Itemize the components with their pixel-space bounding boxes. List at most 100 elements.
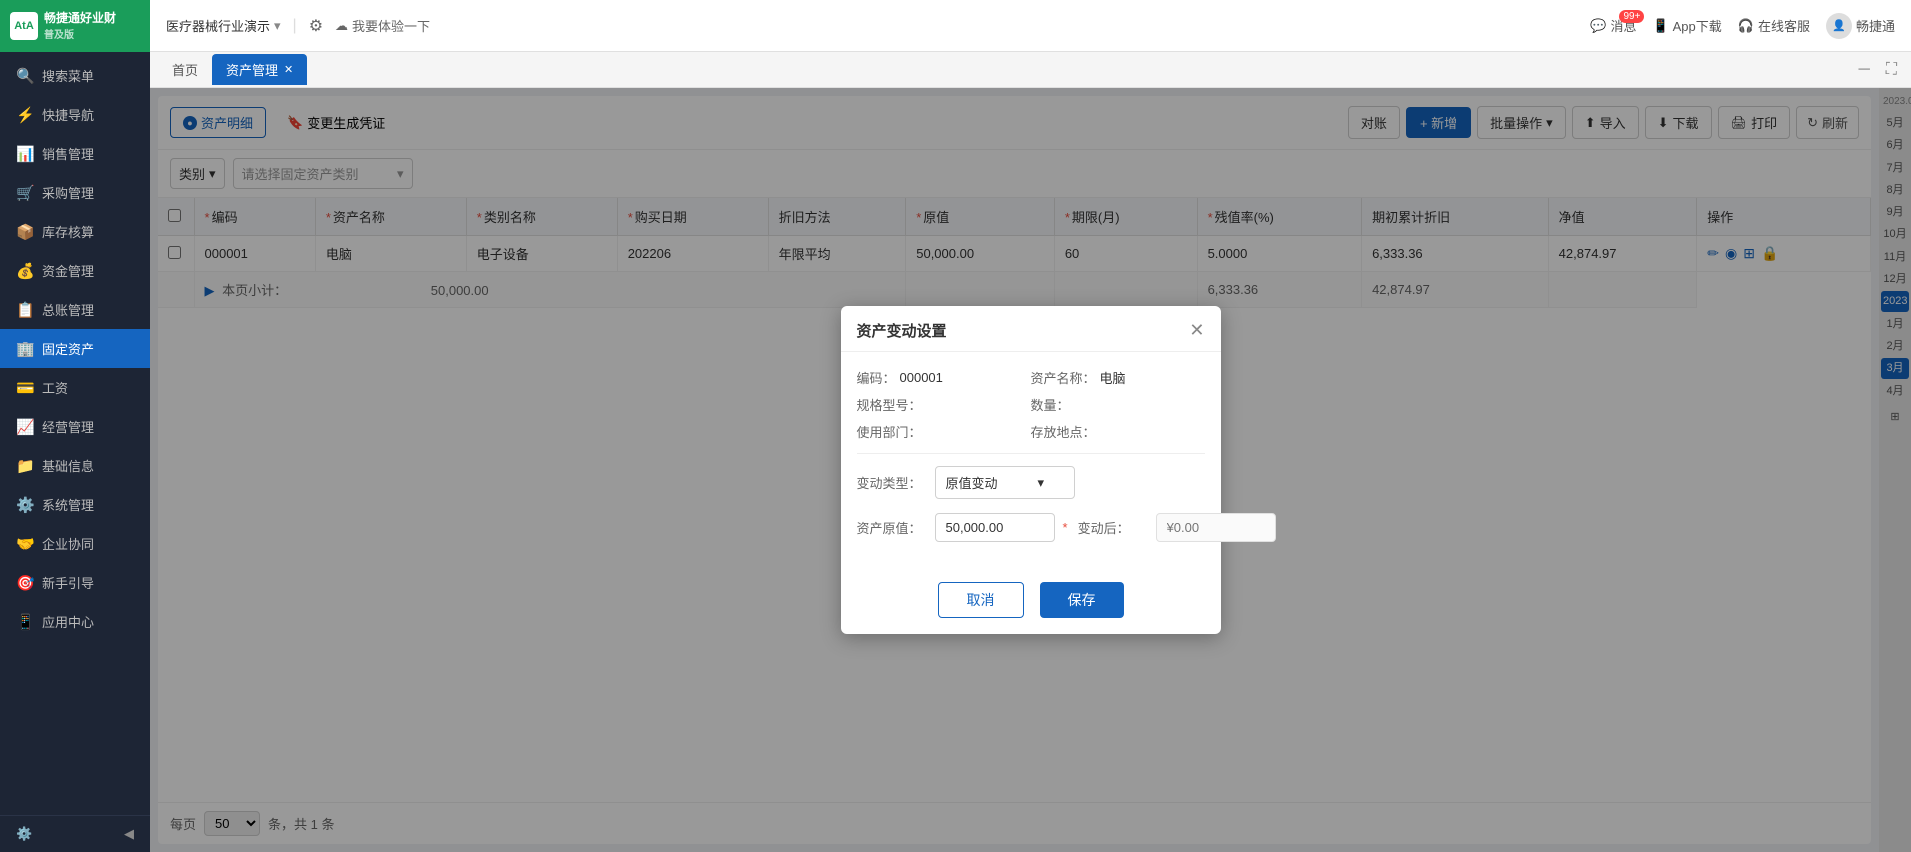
settings-icon[interactable]: ⚙️ bbox=[16, 826, 32, 842]
purchase-icon: 🛒 bbox=[16, 184, 34, 202]
guide-icon: 🎯 bbox=[16, 574, 34, 592]
tab-asset-management[interactable]: 资产管理 ✕ bbox=[212, 54, 307, 85]
original-value-row: 资产原值： * 变动后： bbox=[857, 513, 1205, 542]
sidebar-item-fixed-assets[interactable]: 🏢 固定资产 bbox=[0, 329, 150, 368]
cloud-icon: ☁ bbox=[335, 18, 348, 34]
sidebar-item-finance[interactable]: 💰 资金管理 bbox=[0, 251, 150, 290]
sidebar-item-label: 经营管理 bbox=[42, 417, 94, 436]
modal-dept-field: 使用部门： bbox=[857, 422, 1031, 441]
operations-icon: 📈 bbox=[16, 418, 34, 436]
sidebar-item-label: 新手引导 bbox=[42, 573, 94, 592]
sidebar-item-label: 采购管理 bbox=[42, 183, 94, 202]
sidebar-item-label: 应用中心 bbox=[42, 612, 94, 631]
building-icon: 🏢 bbox=[16, 340, 34, 358]
tab-home[interactable]: 首页 bbox=[158, 54, 212, 85]
experience-btn[interactable]: ☁ 我要体验一下 bbox=[335, 16, 430, 35]
sidebar-item-label: 企业协同 bbox=[42, 534, 94, 553]
sidebar-item-payroll[interactable]: 💳 工资 bbox=[0, 368, 150, 407]
sidebar-item-label: 固定资产 bbox=[42, 339, 94, 358]
app-logo: AtA 畅捷通好业财 普及版 bbox=[0, 0, 150, 52]
user-menu[interactable]: 👤 畅捷通 bbox=[1826, 13, 1895, 39]
sidebar-item-guide[interactable]: 🎯 新手引导 bbox=[0, 563, 150, 602]
lightning-icon: ⚡ bbox=[16, 106, 34, 124]
main-content: 医疗器械行业演示 ▾ | ⚙ ☁ 我要体验一下 💬 消息 99+ 📱 App下载… bbox=[150, 0, 1911, 852]
search-icon: 🔍 bbox=[16, 67, 34, 85]
modal-name-field: 资产名称： 电脑 bbox=[1031, 368, 1205, 387]
chevron-down-icon: ▾ bbox=[274, 18, 281, 34]
collapse-icon[interactable]: ◀ bbox=[124, 826, 134, 842]
modal-info-grid: 编码： 000001 资产名称： 电脑 规格型号： 数量： bbox=[857, 368, 1205, 454]
tab-minimize-btn[interactable]: ─ bbox=[1852, 59, 1875, 81]
change-type-row: 变动类型： 原值变动 ▾ bbox=[857, 466, 1205, 499]
sidebar-item-inventory[interactable]: 📦 库存核算 bbox=[0, 212, 150, 251]
sidebar-item-label: 总账管理 bbox=[42, 300, 94, 319]
inventory-icon: 📦 bbox=[16, 223, 34, 241]
sidebar-item-label: 资金管理 bbox=[42, 261, 94, 280]
sidebar-item-apps[interactable]: 📱 应用中心 bbox=[0, 602, 150, 641]
modal-overlay: 资产变动设置 ✕ 编码： 000001 资产名称： 电脑 bbox=[150, 88, 1911, 852]
payroll-icon: 💳 bbox=[16, 379, 34, 397]
sidebar-item-sales[interactable]: 📊 销售管理 bbox=[0, 134, 150, 173]
customer-service-btn[interactable]: 🎧 在线客服 bbox=[1738, 16, 1810, 35]
sales-icon: 📊 bbox=[16, 145, 34, 163]
modal-code-field: 编码： 000001 bbox=[857, 368, 1031, 387]
sidebar-item-operations[interactable]: 📈 经营管理 bbox=[0, 407, 150, 446]
sidebar-item-purchase[interactable]: 🛒 采购管理 bbox=[0, 173, 150, 212]
topbar: 医疗器械行业演示 ▾ | ⚙ ☁ 我要体验一下 💬 消息 99+ 📱 App下载… bbox=[150, 0, 1911, 52]
message-badge: 99+ bbox=[1619, 10, 1644, 23]
company-name: 医疗器械行业演示 bbox=[166, 16, 270, 35]
sidebar-item-label: 搜索菜单 bbox=[42, 66, 94, 85]
info-icon: 📁 bbox=[16, 457, 34, 475]
app-name: 畅捷通好业财 bbox=[44, 11, 116, 27]
tab-home-label: 首页 bbox=[172, 60, 198, 79]
avatar: 👤 bbox=[1826, 13, 1852, 39]
sidebar-item-label: 工资 bbox=[42, 378, 68, 397]
collab-icon: 🤝 bbox=[16, 535, 34, 553]
service-icon: 🎧 bbox=[1738, 18, 1754, 34]
tab-close-icon[interactable]: ✕ bbox=[284, 63, 293, 76]
save-btn[interactable]: 保存 bbox=[1040, 582, 1124, 618]
page-content: ● 资产明细 🔖 变更生成凭证 对账 + 新增 批量操作 ▾ bbox=[150, 88, 1911, 852]
sidebar-item-basic-info[interactable]: 📁 基础信息 bbox=[0, 446, 150, 485]
message-icon: 💬 bbox=[1590, 18, 1606, 34]
sidebar-item-quicknav[interactable]: ⚡ 快捷导航 bbox=[0, 95, 150, 134]
sidebar-item-ledger[interactable]: 📋 总账管理 bbox=[0, 290, 150, 329]
sidebar-item-label: 库存核算 bbox=[42, 222, 94, 241]
modal-footer: 取消 保存 bbox=[841, 572, 1221, 634]
tabbar: 首页 资产管理 ✕ ─ ⛶ bbox=[150, 52, 1911, 88]
modal-title: 资产变动设置 bbox=[857, 320, 947, 341]
modal-header: 资产变动设置 ✕ bbox=[841, 306, 1221, 352]
topbar-right: 💬 消息 99+ 📱 App下载 🎧 在线客服 👤 畅捷通 bbox=[1590, 13, 1895, 39]
sidebar-item-system[interactable]: ⚙️ 系统管理 bbox=[0, 485, 150, 524]
message-btn[interactable]: 💬 消息 99+ bbox=[1590, 16, 1636, 35]
required-indicator: * bbox=[1063, 520, 1068, 535]
sidebar-item-search[interactable]: 🔍 搜索菜单 bbox=[0, 56, 150, 95]
original-value-input[interactable] bbox=[935, 513, 1055, 542]
modal-quantity-field: 数量： bbox=[1031, 395, 1205, 414]
modal-spec-field: 规格型号： bbox=[857, 395, 1031, 414]
ledger-icon: 📋 bbox=[16, 301, 34, 319]
tab-maximize-btn[interactable]: ⛶ bbox=[1880, 59, 1903, 81]
apps-icon: 📱 bbox=[16, 613, 34, 631]
modal-close-btn[interactable]: ✕ bbox=[1189, 320, 1204, 341]
tabbar-actions: ─ ⛶ bbox=[1852, 59, 1903, 81]
gear-icon[interactable]: ⚙ bbox=[309, 16, 323, 36]
logo-icon: AtA bbox=[10, 12, 38, 40]
modal-storage-field: 存放地点： bbox=[1031, 422, 1205, 441]
after-value-input[interactable] bbox=[1156, 513, 1276, 542]
company-selector[interactable]: 医疗器械行业演示 ▾ bbox=[166, 16, 281, 35]
finance-icon: 💰 bbox=[16, 262, 34, 280]
sidebar-item-label: 基础信息 bbox=[42, 456, 94, 475]
sidebar-item-label: 系统管理 bbox=[42, 495, 94, 514]
cancel-btn[interactable]: 取消 bbox=[938, 582, 1024, 618]
download-icon: 📱 bbox=[1652, 18, 1668, 34]
sidebar-bottom: ⚙️ ◀ bbox=[0, 815, 150, 852]
app-download-btn[interactable]: 📱 App下载 bbox=[1652, 16, 1721, 35]
tab-asset-label: 资产管理 bbox=[226, 60, 278, 79]
change-type-select[interactable]: 原值变动 ▾ bbox=[935, 466, 1075, 499]
modal-body: 编码： 000001 资产名称： 电脑 规格型号： 数量： bbox=[841, 352, 1221, 572]
app-edition: 普及版 bbox=[44, 26, 116, 41]
asset-change-modal: 资产变动设置 ✕ 编码： 000001 资产名称： 电脑 bbox=[841, 306, 1221, 634]
sidebar-item-collab[interactable]: 🤝 企业协同 bbox=[0, 524, 150, 563]
divider: | bbox=[293, 17, 297, 35]
